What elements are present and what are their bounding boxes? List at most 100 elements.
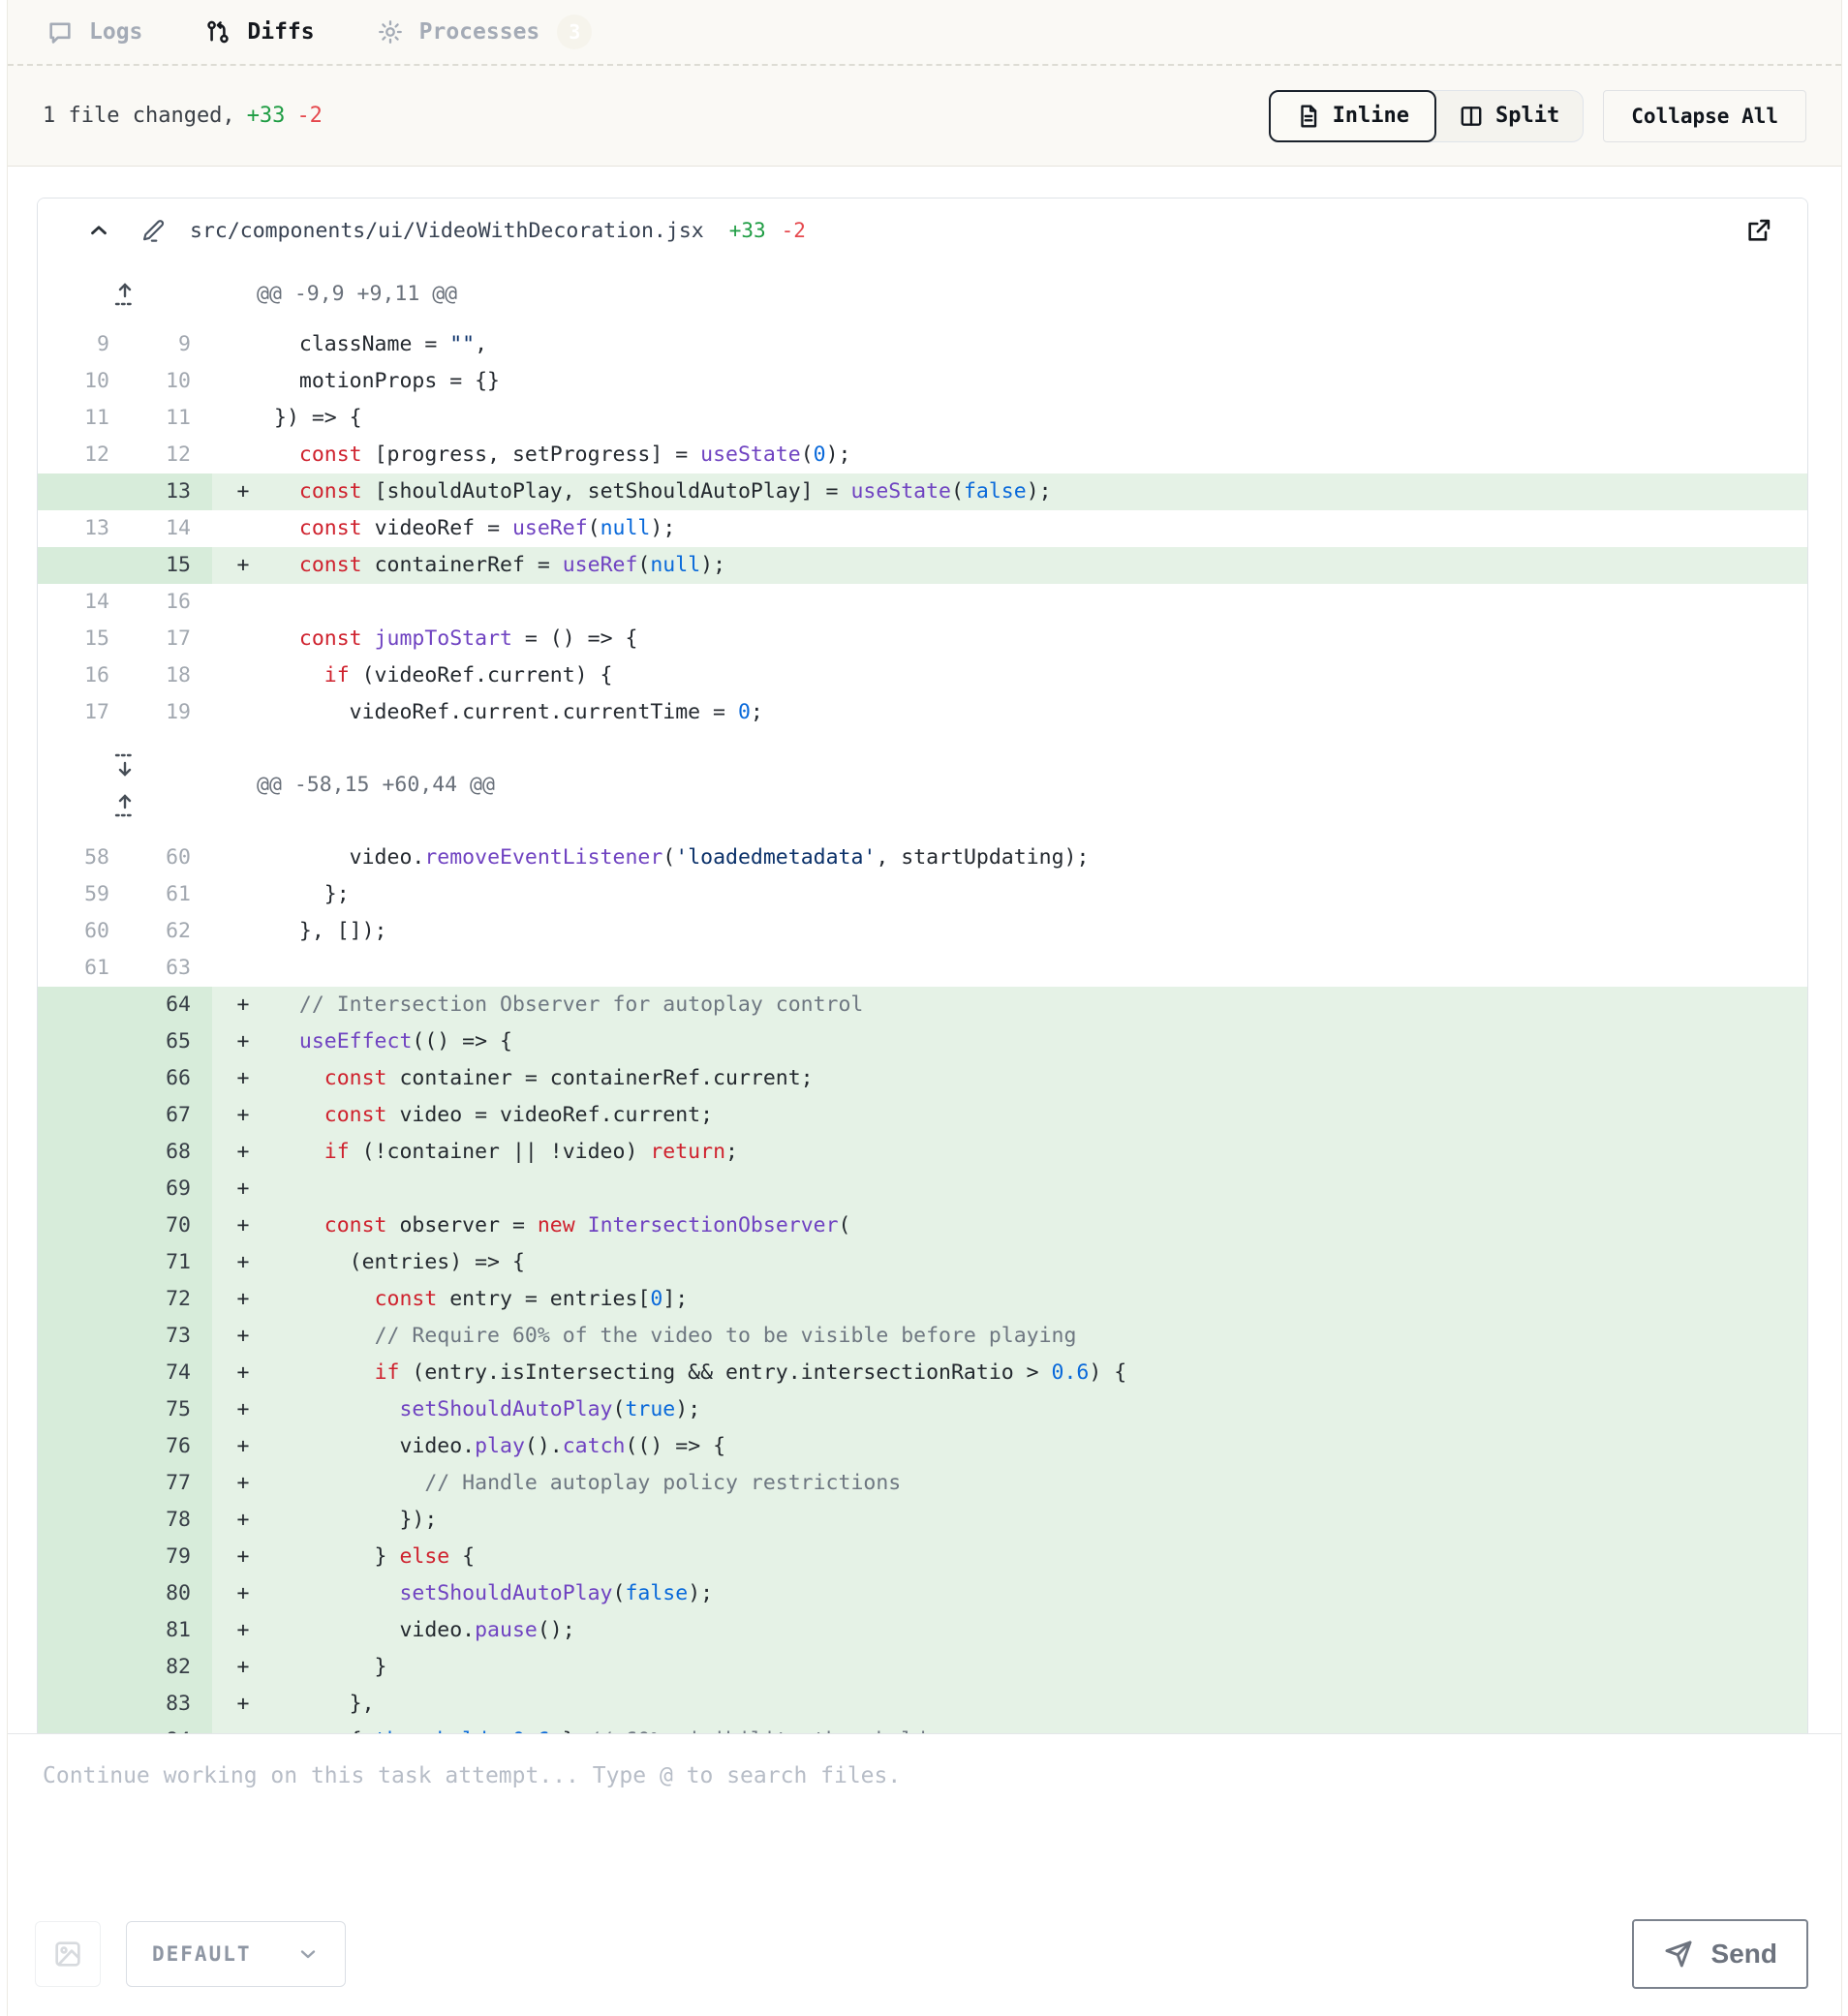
composer-toolbar: DEFAULT Send xyxy=(35,1919,1808,1989)
diff-row-context: 61 63 xyxy=(38,950,1807,987)
split-view-button[interactable]: Split xyxy=(1435,91,1583,141)
code-line: const entry = entries[0]; xyxy=(374,1287,689,1311)
old-line-number xyxy=(38,1023,125,1060)
diff-row-added: 67 + const video = videoRef.current; xyxy=(38,1097,1807,1134)
diff-sign xyxy=(212,657,274,694)
diff-sign xyxy=(212,363,274,400)
new-line-number: 16 xyxy=(166,590,191,614)
code-line: }); xyxy=(274,1508,438,1532)
old-line-number xyxy=(38,473,125,510)
new-line-number: 81 xyxy=(125,1612,212,1649)
inline-view-button[interactable]: Inline xyxy=(1268,89,1437,142)
attach-image-button[interactable] xyxy=(35,1921,101,1987)
open-file-external-button[interactable] xyxy=(1745,217,1772,244)
old-line-number xyxy=(38,1686,125,1723)
diff-sign: + xyxy=(212,1723,274,1733)
hunk-gutter xyxy=(38,748,212,823)
tab-bar: Logs Diffs Processes 3 xyxy=(8,0,1841,66)
tab-processes[interactable]: Processes 3 xyxy=(377,15,593,49)
new-line-number: 13 xyxy=(125,473,212,510)
code-line: if (!container || !video) return; xyxy=(323,1140,738,1164)
diff-sign: + xyxy=(236,479,250,504)
code-line: (entries) => { xyxy=(274,1250,525,1274)
code-line: video.removeEventListener('loadedmetadat… xyxy=(274,845,1090,870)
new-line-number: 14 xyxy=(166,516,191,540)
diff-panel: src/components/ui/VideoWithDecoration.js… xyxy=(8,167,1841,1733)
file-diff-card: src/components/ui/VideoWithDecoration.js… xyxy=(37,198,1808,1733)
diff-row-added: 13 + const [shouldAutoPlay, setShouldAuto… xyxy=(38,473,1807,510)
split-columns-icon xyxy=(1461,106,1482,126)
diff-row-added: 69 + xyxy=(38,1171,1807,1207)
diff-sign: + xyxy=(236,1029,250,1054)
diff-toolbar: 1 file changed, +33 -2 Inline Split Coll… xyxy=(8,66,1841,167)
diff-row-context: 14 16 xyxy=(38,584,1807,621)
new-line-number: 63 xyxy=(166,956,191,980)
diff-sign: + xyxy=(236,993,250,1017)
collapse-file-button[interactable] xyxy=(86,218,111,243)
new-line-number: 19 xyxy=(166,700,191,724)
diff-row-context: 9 9 className = "", xyxy=(38,326,1807,363)
diff-row-added: 78 + }); xyxy=(38,1502,1807,1539)
code-line: // Require 60% of the video to be visibl… xyxy=(374,1324,1077,1348)
inline-view-label: Inline xyxy=(1332,104,1410,128)
expand-up-button[interactable] xyxy=(110,277,139,312)
old-line-number xyxy=(38,1060,125,1097)
diff-sign: + xyxy=(236,1581,250,1605)
new-line-number: 82 xyxy=(125,1649,212,1686)
old-line-number: 14 xyxy=(84,590,109,614)
diff-row-context: 60 62 }, []); xyxy=(38,913,1807,950)
gear-icon xyxy=(378,20,402,44)
code-line: } xyxy=(274,1655,387,1679)
diff-row-added: 73 + // Require 60% of the video to be vi… xyxy=(38,1318,1807,1355)
diff-sign: + xyxy=(236,1140,250,1164)
old-line-number xyxy=(38,1171,125,1207)
new-line-number: 69 xyxy=(125,1171,212,1207)
chevron-up-icon xyxy=(91,226,107,235)
collapse-all-button[interactable]: Collapse All xyxy=(1603,89,1806,142)
diff-row-context: 10 10 motionProps = {} xyxy=(38,363,1807,400)
new-line-number: 12 xyxy=(166,443,191,467)
old-line-number xyxy=(38,1649,125,1686)
old-line-number xyxy=(38,1539,125,1575)
old-line-number: 61 xyxy=(84,956,109,980)
tab-diffs[interactable]: Diffs xyxy=(204,18,315,46)
diff-row-added: 77 + // Handle autoplay policy restrictio… xyxy=(38,1465,1807,1502)
code-line: className = "", xyxy=(274,332,488,356)
model-selector[interactable]: DEFAULT xyxy=(126,1921,346,1987)
new-line-number: 75 xyxy=(125,1391,212,1428)
new-line-number: 80 xyxy=(125,1575,212,1612)
code-line: videoRef.current.currentTime = 0; xyxy=(274,700,763,724)
file-deletions: -2 xyxy=(781,219,806,242)
pencil-icon xyxy=(140,218,167,244)
send-button[interactable]: Send xyxy=(1631,1919,1808,1989)
code-line: setShouldAutoPlay(false); xyxy=(399,1581,714,1605)
message-input[interactable] xyxy=(8,1734,1841,1843)
diff-row-added: 70 + const observer = new IntersectionObs… xyxy=(38,1207,1807,1244)
code-line: const videoRef = useRef(null); xyxy=(298,516,676,540)
hunk-header-text: @@ -58,15 +60,44 @@ xyxy=(257,773,495,797)
expand-down-button[interactable] xyxy=(110,748,139,782)
code-line: video.pause(); xyxy=(274,1618,575,1642)
diff-sign: + xyxy=(236,1250,250,1274)
old-line-number: 60 xyxy=(84,919,109,943)
file-path: src/components/ui/VideoWithDecoration.js… xyxy=(190,218,704,243)
split-view-label: Split xyxy=(1495,104,1560,128)
diff-row-added: 71 + (entries) => { xyxy=(38,1244,1807,1281)
old-line-number xyxy=(38,987,125,1023)
code-line: motionProps = {} xyxy=(274,369,500,393)
code-line: if (entry.isIntersecting && entry.inters… xyxy=(374,1360,1127,1385)
old-line-number: 16 xyxy=(84,663,109,687)
code-line: } else { xyxy=(274,1544,476,1569)
processes-count-badge: 3 xyxy=(557,15,593,49)
diff-row-added: 81 + video.pause(); xyxy=(38,1612,1807,1649)
tab-logs[interactable]: Logs xyxy=(46,18,142,46)
new-line-number: 18 xyxy=(166,663,191,687)
diff-row-added: 66 + const container = containerRef.curre… xyxy=(38,1060,1807,1097)
view-mode-toggle: Inline Split xyxy=(1268,89,1585,142)
code-line: const observer = new IntersectionObserve… xyxy=(323,1213,851,1237)
app-window: Logs Diffs Processes 3 1 file changed, +… xyxy=(7,0,1842,2016)
expand-up-button[interactable] xyxy=(110,788,139,823)
